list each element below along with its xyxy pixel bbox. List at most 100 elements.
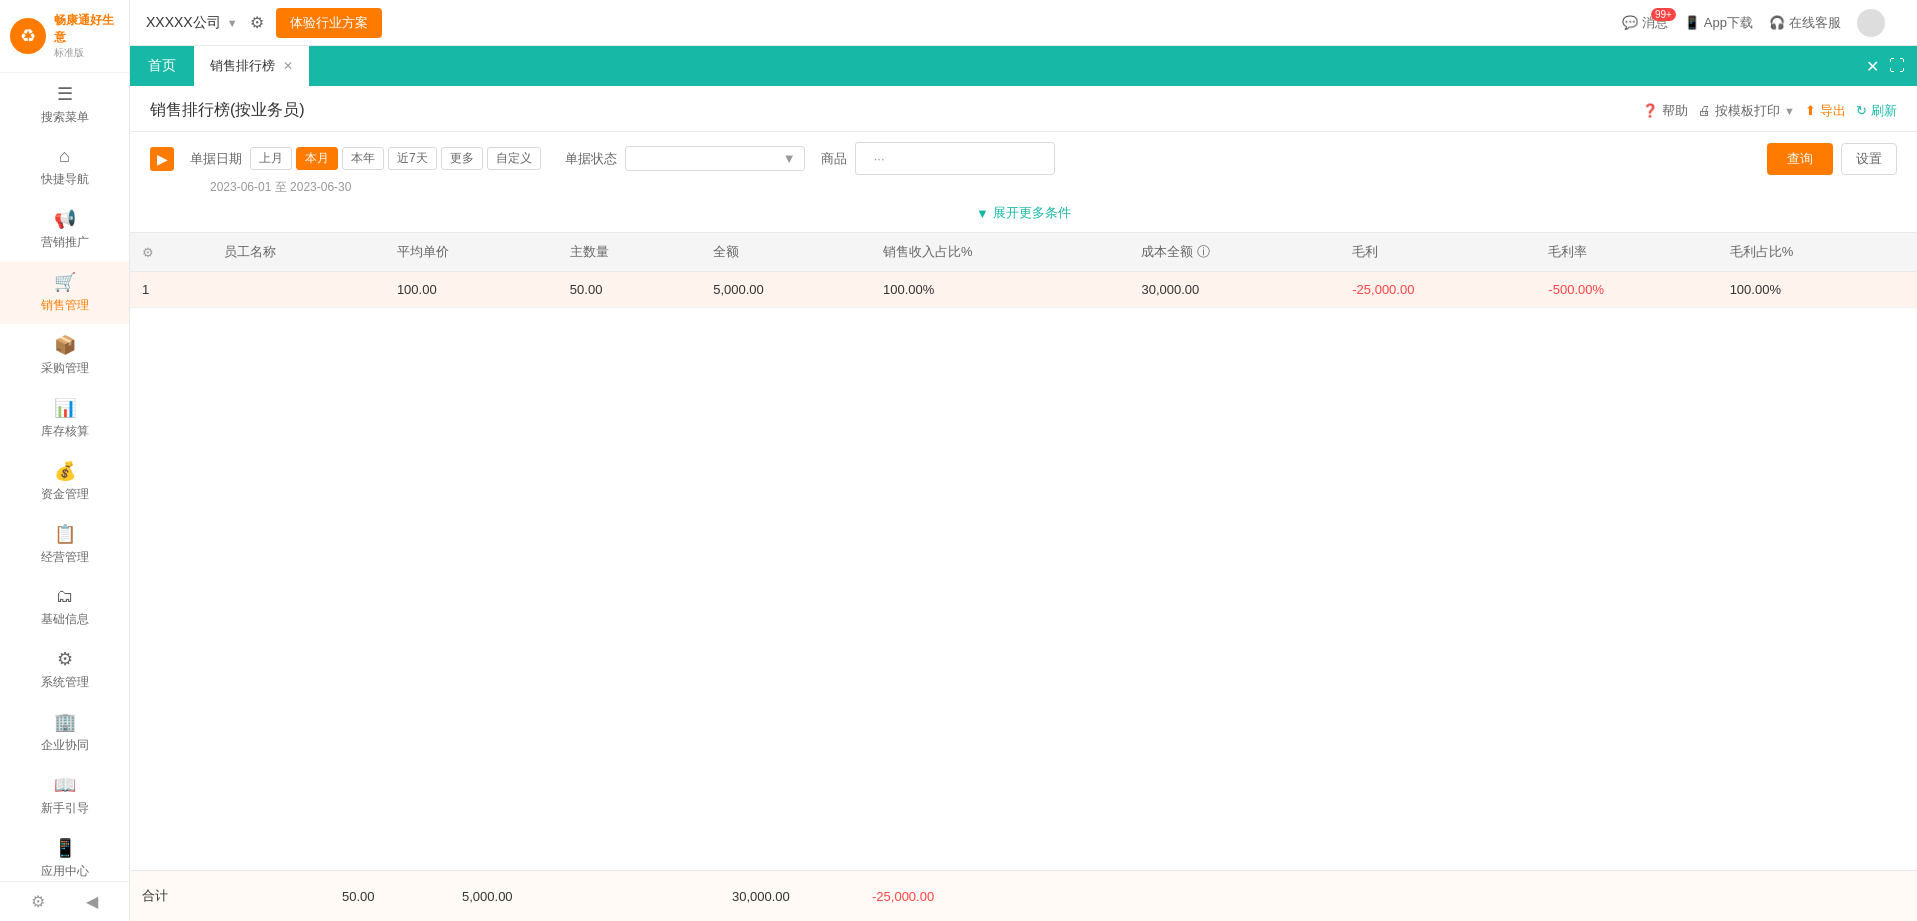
date-btn-last-month[interactable]: 上月 (250, 147, 292, 170)
basics-icon: 🗂 (56, 586, 74, 607)
date-btn-this-year[interactable]: 本年 (342, 147, 384, 170)
filter-settings-btn[interactable]: 设置 (1841, 143, 1897, 175)
tab-close-icon[interactable]: ✕ (283, 59, 293, 73)
print-icon: 🖨 (1698, 103, 1711, 118)
status-arrow-icon: ▼ (783, 151, 796, 166)
tab-close-all-icon[interactable]: ✕ (1866, 57, 1879, 76)
expand-down-icon: ▼ (976, 206, 989, 221)
tab-sales-rank-label: 销售排行榜 (210, 57, 275, 75)
online-service-btn[interactable]: 🎧 在线客服 (1769, 14, 1841, 32)
date-btn-custom[interactable]: 自定义 (487, 147, 541, 170)
page-title: 销售排行榜(按业务员) (150, 100, 305, 121)
cell-rank: 1 (130, 272, 212, 308)
print-btn[interactable]: 🖨 按模板打印 ▼ (1698, 102, 1795, 120)
sidebar-settings-btn[interactable]: ⚙ (31, 892, 45, 911)
date-btn-more[interactable]: 更多 (441, 147, 483, 170)
table-container: ⚙ 员工名称 平均单价 主数量 全额 销售收入占比% 成本全额 ⓘ 毛利 毛利率… (130, 233, 1917, 870)
status-select[interactable]: ▼ (625, 146, 805, 171)
status-label: 单据状态 (565, 150, 617, 168)
logo-title: 畅康通好生意 (54, 12, 119, 46)
search-order-icon: ☰ (57, 83, 73, 105)
company-selector[interactable]: XXXXX公司 ▼ (146, 14, 238, 32)
app-logo: ♻ 畅康通好生意 标准版 (0, 0, 129, 73)
cell-profit-ratio: 100.00% (1718, 272, 1917, 308)
sidebar-item-marketing[interactable]: 📢 营销推广 (0, 198, 129, 261)
sidebar-item-finance[interactable]: 💰 资金管理 (0, 450, 129, 513)
sidebar-item-guide[interactable]: 📖 新手引导 (0, 764, 129, 827)
sales-icon: 🛒 (54, 271, 76, 293)
goods-input[interactable]: ··· (855, 142, 1055, 175)
finance-icon: 💰 (54, 460, 76, 482)
date-buttons: 上月 本月 本年 近7天 更多 自定义 (250, 147, 541, 170)
filter-expand-arrow[interactable]: ▶ (150, 147, 174, 171)
date-btn-this-month[interactable]: 本月 (296, 147, 338, 170)
goods-ellipsis-icon: ··· (870, 147, 889, 170)
print-arrow-icon: ▼ (1784, 105, 1795, 117)
cell-amount: 5,000.00 (701, 272, 871, 308)
operations-icon: 📋 (54, 523, 76, 545)
tabbar: 首页 销售排行榜 ✕ ✕ ⛶ (130, 46, 1917, 86)
footer-profit: -25,000.00 (860, 883, 1000, 910)
help-btn[interactable]: ❓ 帮助 (1642, 102, 1688, 120)
export-btn[interactable]: ⬆ 导出 (1805, 102, 1846, 120)
message-btn[interactable]: 💬 消息 99+ (1622, 14, 1668, 32)
expand-more-btn[interactable]: ▼ 展开更多条件 (976, 204, 1071, 222)
sidebar-item-inventory[interactable]: 📊 库存核算 (0, 387, 129, 450)
col-settings: ⚙ (130, 233, 212, 272)
date-filter: 单据日期 上月 本月 本年 近7天 更多 自定义 (190, 147, 549, 170)
page-body: 销售排行榜(按业务员) ❓ 帮助 🖨 按模板打印 ▼ ⬆ 导出 ↻ 刷新 (130, 86, 1917, 921)
page-header-actions: ❓ 帮助 🖨 按模板打印 ▼ ⬆ 导出 ↻ 刷新 (1642, 102, 1897, 120)
tab-home[interactable]: 首页 (130, 46, 194, 86)
appcenter-icon: 📱 (54, 837, 76, 859)
table-row: 1100.0050.005,000.00100.00%30,000.00-25,… (130, 272, 1917, 308)
sidebar-nav: ☰ 搜索菜单 ⌂ 快捷导航 📢 营销推广 🛒 销售管理 📦 采购管理 📊 库存核… (0, 73, 129, 881)
purchase-icon: 📦 (54, 334, 76, 356)
footer-qty: 50.00 (330, 883, 450, 910)
sidebar-item-purchase[interactable]: 📦 采购管理 (0, 324, 129, 387)
app-download-btn[interactable]: 📱 App下载 (1684, 14, 1753, 32)
col-profit-rate: 毛利率 (1536, 233, 1717, 272)
cell-profit-rate: -500.00% (1536, 272, 1717, 308)
sidebar-item-operations[interactable]: 📋 经营管理 (0, 513, 129, 576)
sidebar-item-appcenter[interactable]: 📱 应用中心 (0, 827, 129, 881)
company-arrow-icon: ▼ (227, 17, 238, 29)
footer-amount: 5,000.00 (450, 883, 570, 910)
table-footer: 合计 50.00 5,000.00 30,000.00 -25,000.00 (130, 870, 1917, 921)
sidebar-item-system[interactable]: ⚙ 系统管理 (0, 638, 129, 701)
sidebar-footer: ⚙ ◀ (0, 881, 129, 921)
date-btn-7days[interactable]: 近7天 (388, 147, 437, 170)
filter-action-group: 查询 设置 (1767, 143, 1897, 175)
service-icon: 🎧 (1769, 15, 1785, 30)
col-avg-price: 平均单价 (385, 233, 558, 272)
filter-bar: ▶ 单据日期 上月 本月 本年 近7天 更多 自定义 单据状态 (130, 132, 1917, 233)
filter-row-1: ▶ 单据日期 上月 本月 本年 近7天 更多 自定义 单据状态 (150, 142, 1897, 175)
sidebar-item-sales[interactable]: 🛒 销售管理 (0, 261, 129, 324)
sidebar-collapse-btn[interactable]: ◀ (86, 892, 98, 911)
col-amount: 全额 (701, 233, 871, 272)
data-table: ⚙ 员工名称 平均单价 主数量 全额 销售收入占比% 成本全额 ⓘ 毛利 毛利率… (130, 233, 1917, 308)
tab-sales-rank[interactable]: 销售排行榜 ✕ (194, 46, 309, 86)
date-label: 单据日期 (190, 150, 242, 168)
app-label: App下载 (1704, 14, 1753, 32)
trial-btn[interactable]: 体验行业方案 (276, 8, 382, 38)
tab-maximize-icon[interactable]: ⛶ (1889, 57, 1905, 75)
status-filter: 单据状态 ▼ (565, 146, 805, 171)
inventory-icon: 📊 (54, 397, 76, 419)
col-settings-icon[interactable]: ⚙ (142, 245, 154, 260)
topbar-settings-icon[interactable]: ⚙ (250, 13, 264, 32)
sidebar-item-basics[interactable]: 🗂 基础信息 (0, 576, 129, 638)
help-icon: ❓ (1642, 103, 1658, 118)
sidebar-item-shortcut[interactable]: ⌂ 快捷导航 (0, 136, 129, 198)
user-avatar[interactable] (1857, 9, 1885, 37)
col-profit: 毛利 (1340, 233, 1536, 272)
sidebar-item-enterprise[interactable]: 🏢 企业协同 (0, 701, 129, 764)
sidebar-item-search[interactable]: ☰ 搜索菜单 (0, 73, 129, 136)
topbar-right: 💬 消息 99+ 📱 App下载 🎧 在线客服 (1622, 9, 1901, 37)
query-btn[interactable]: 查询 (1767, 143, 1833, 175)
cell-profit: -25,000.00 (1340, 272, 1536, 308)
tabbar-right: ✕ ⛶ (1866, 57, 1917, 76)
refresh-btn[interactable]: ↻ 刷新 (1856, 102, 1897, 120)
cell-sales-ratio: 100.00% (871, 272, 1129, 308)
col-sales-ratio: 销售收入占比% (871, 233, 1129, 272)
goods-label: 商品 (821, 150, 847, 168)
